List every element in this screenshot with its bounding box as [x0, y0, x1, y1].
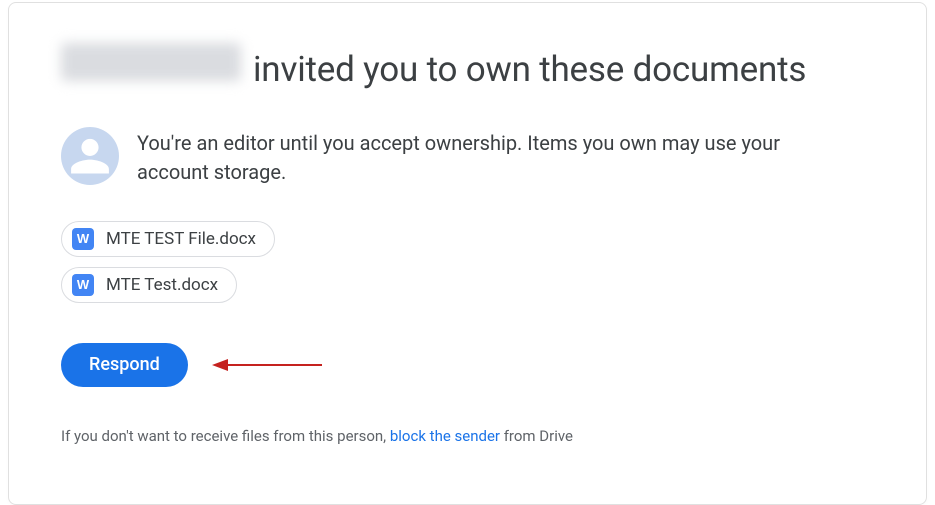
person-icon	[69, 135, 111, 177]
footer-prefix: If you don't want to receive files from …	[61, 427, 390, 445]
file-chip[interactable]: W MTE TEST File.docx	[61, 221, 275, 257]
message-row: You're an editor until you accept owners…	[61, 127, 880, 187]
title-suffix: invited you to own these documents	[253, 47, 806, 93]
action-row: Respond	[61, 343, 880, 387]
file-chip[interactable]: W MTE Test.docx	[61, 267, 237, 303]
respond-button[interactable]: Respond	[61, 343, 188, 387]
card-title: invited you to own these documents	[61, 43, 880, 93]
footer-text: If you don't want to receive files from …	[61, 427, 880, 445]
block-sender-link[interactable]: block the sender	[390, 427, 500, 445]
avatar	[61, 127, 119, 185]
file-name: MTE TEST File.docx	[106, 229, 256, 249]
file-list: W MTE TEST File.docx W MTE Test.docx	[61, 221, 880, 303]
word-doc-icon: W	[72, 274, 94, 296]
footer-suffix: from Drive	[500, 427, 573, 445]
notification-card: invited you to own these documents You'r…	[8, 2, 927, 505]
message-body: You're an editor until you accept owners…	[137, 127, 817, 187]
annotation-arrow-icon	[212, 355, 322, 375]
file-name: MTE Test.docx	[106, 275, 218, 295]
word-doc-icon: W	[72, 228, 94, 250]
inviter-name-redacted	[61, 43, 241, 81]
